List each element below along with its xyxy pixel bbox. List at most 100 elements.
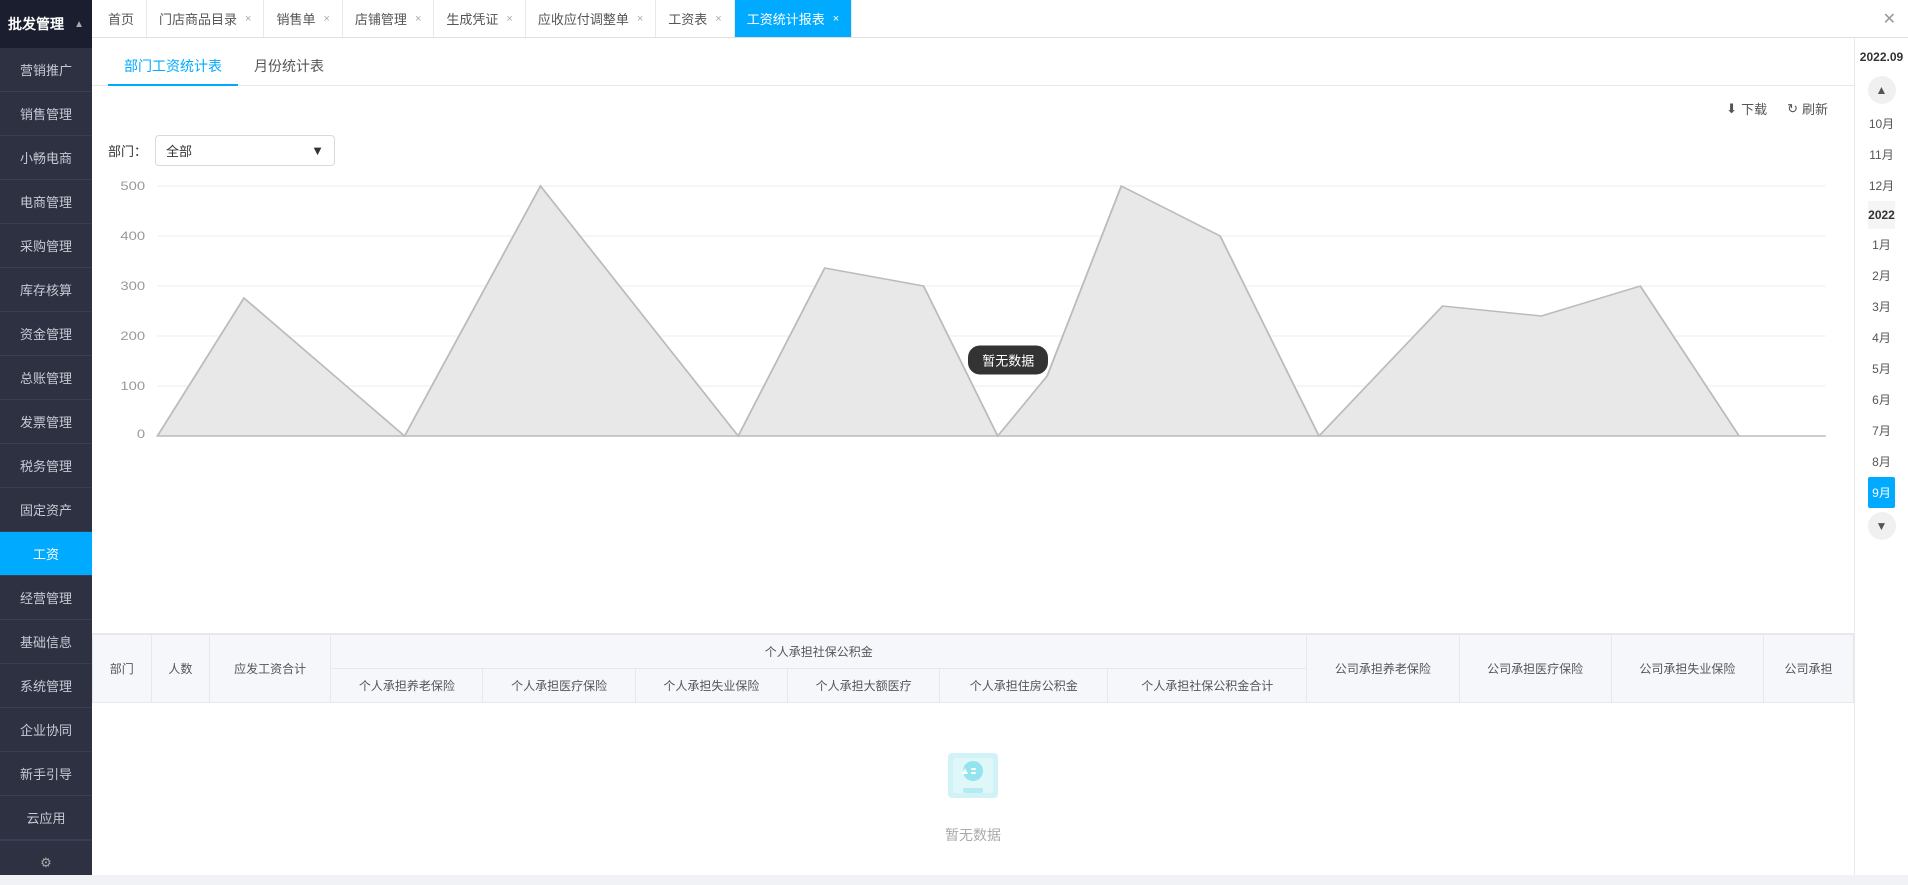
sidebar-item-销售管理[interactable]: 销售管理 bbox=[0, 92, 92, 136]
empty-text: 暂无数据 bbox=[945, 825, 1001, 845]
filter-row: 部门： 全部 ▼ bbox=[92, 131, 1854, 178]
toolbar: ⬇ 下载 ↻ 刷新 bbox=[92, 86, 1854, 131]
tab-7[interactable]: 工资统计报表 × bbox=[735, 0, 852, 38]
tab-label-7: 工资统计报表 bbox=[747, 9, 825, 28]
tab-4[interactable]: 生成凭证 × bbox=[434, 0, 525, 38]
empty-state: 暂无数据 bbox=[92, 703, 1854, 875]
svg-text:500: 500 bbox=[120, 179, 145, 192]
month-item-12[interactable]: 9月 bbox=[1868, 477, 1895, 508]
department-filter-select[interactable]: 全部 ▼ bbox=[155, 135, 335, 166]
tab-close-icon-5[interactable]: × bbox=[637, 13, 643, 25]
tab-close-icon-4[interactable]: × bbox=[506, 13, 512, 25]
tab-0[interactable]: 首页 bbox=[96, 0, 147, 38]
page-content: 部门工资统计表月份统计表 ⬇ 下载 ↻ 刷新 部门： 全部 ▼ bbox=[92, 38, 1854, 875]
sidebar-title: 批发管理 bbox=[8, 14, 64, 34]
gear-icon: ⚙ bbox=[40, 855, 52, 870]
month-item-10[interactable]: 7月 bbox=[1868, 415, 1895, 446]
month-item-4[interactable]: 1月 bbox=[1868, 229, 1895, 260]
tab-label-4: 生成凭证 bbox=[446, 9, 498, 28]
month-item-0[interactable]: 10月 bbox=[1868, 108, 1895, 139]
tab-label-3: 店铺管理 bbox=[355, 9, 407, 28]
department-filter-label: 部门： bbox=[108, 141, 147, 160]
download-icon: ⬇ bbox=[1726, 101, 1737, 117]
tab-close-icon-6[interactable]: × bbox=[715, 13, 721, 25]
sidebar-item-小畅电商[interactable]: 小畅电商 bbox=[0, 136, 92, 180]
sub-tab-0[interactable]: 部门工资统计表 bbox=[108, 48, 238, 86]
tab-close-icon-7[interactable]: × bbox=[833, 13, 839, 25]
sidebar-item-云应用[interactable]: 云应用 bbox=[0, 796, 92, 840]
tab-bar: 首页门店商品目录×销售单×店铺管理×生成凭证×应收应付调整单×工资表×工资统计报… bbox=[92, 0, 1908, 38]
sidebar-item-固定资产[interactable]: 固定资产 bbox=[0, 488, 92, 532]
sidebar-collapse-icon: ▲ bbox=[74, 19, 84, 30]
tab-close-icon-1[interactable]: × bbox=[245, 13, 251, 25]
tab-1[interactable]: 门店商品目录× bbox=[147, 0, 264, 38]
month-item-5[interactable]: 2月 bbox=[1868, 260, 1895, 291]
tab-label-0: 首页 bbox=[108, 9, 134, 28]
month-item-6[interactable]: 3月 bbox=[1868, 291, 1895, 322]
sidebar-item-营销推广[interactable]: 营销推广 bbox=[0, 48, 92, 92]
data-table: 部门 人数 应发工资合计 个人承担社保公积金 公司承担养老保险 公司承担医疗保险… bbox=[92, 634, 1854, 703]
col-department: 部门 bbox=[93, 635, 152, 703]
tab-2[interactable]: 销售单 × bbox=[264, 0, 342, 38]
month-item-7[interactable]: 4月 bbox=[1868, 322, 1895, 353]
table-section: 部门 人数 应发工资合计 个人承担社保公积金 公司承担养老保险 公司承担医疗保险… bbox=[92, 633, 1854, 875]
tab-3[interactable]: 店铺管理 × bbox=[343, 0, 434, 38]
chart-area: 500 400 300 200 100 0 暂无数据 bbox=[92, 178, 1854, 633]
empty-icon bbox=[933, 733, 1013, 813]
chevron-down-icon: ▼ bbox=[311, 143, 324, 158]
month-item-1[interactable]: 11月 bbox=[1868, 139, 1895, 170]
content-area: 部门工资统计表月份统计表 ⬇ 下载 ↻ 刷新 部门： 全部 ▼ bbox=[92, 38, 1908, 875]
month-item-9[interactable]: 6月 bbox=[1868, 384, 1895, 415]
tab-5[interactable]: 应收应付调整单 × bbox=[526, 0, 656, 38]
tab-6[interactable]: 工资表 × bbox=[656, 0, 734, 38]
calendar-up-btn[interactable]: ▲ bbox=[1868, 76, 1896, 104]
month-item-3[interactable]: 2022 bbox=[1868, 201, 1895, 229]
calendar-title: 2022.09 bbox=[1860, 46, 1903, 72]
sidebar-header[interactable]: 批发管理 ▲ bbox=[0, 0, 92, 48]
col-personal-total: 个人承担社保公积金合计 bbox=[1108, 669, 1307, 703]
col-company-unemployment: 公司承担失业保险 bbox=[1611, 635, 1763, 703]
tab-close-icon-3[interactable]: × bbox=[415, 13, 421, 25]
month-item-2[interactable]: 12月 bbox=[1868, 170, 1895, 201]
calendar-down-btn[interactable]: ▼ bbox=[1868, 512, 1896, 540]
sidebar-settings-button[interactable]: ⚙ bbox=[0, 840, 92, 885]
sidebar-item-税务管理[interactable]: 税务管理 bbox=[0, 444, 92, 488]
tab-close-icon-2[interactable]: × bbox=[323, 13, 329, 25]
sidebar-item-工资[interactable]: 工资 bbox=[0, 532, 92, 576]
sidebar-item-新手引导[interactable]: 新手引导 bbox=[0, 752, 92, 796]
sidebar-item-经营管理[interactable]: 经营管理 bbox=[0, 576, 92, 620]
col-personal-large-medical: 个人承担大额医疗 bbox=[787, 669, 939, 703]
chart-svg: 500 400 300 200 100 0 bbox=[108, 178, 1838, 478]
sidebar-item-库存核算[interactable]: 库存核算 bbox=[0, 268, 92, 312]
tab-label-6: 工资表 bbox=[668, 9, 707, 28]
sidebar: 批发管理 ▲ 营销推广销售管理小畅电商电商管理采购管理库存核算资金管理总账管理发… bbox=[0, 0, 92, 875]
svg-text:400: 400 bbox=[120, 229, 145, 242]
sub-tab-1[interactable]: 月份统计表 bbox=[238, 48, 340, 86]
col-total-salary: 应发工资合计 bbox=[210, 635, 331, 703]
main-area: 首页门店商品目录×销售单×店铺管理×生成凭证×应收应付调整单×工资表×工资统计报… bbox=[92, 0, 1908, 875]
svg-text:100: 100 bbox=[120, 379, 145, 392]
download-button[interactable]: ⬇ 下载 bbox=[1716, 94, 1777, 123]
col-company-other: 公司承担 bbox=[1764, 635, 1854, 703]
sidebar-item-发票管理[interactable]: 发票管理 bbox=[0, 400, 92, 444]
svg-text:0: 0 bbox=[137, 427, 145, 440]
col-company-pension: 公司承担养老保险 bbox=[1307, 635, 1459, 703]
close-all-tabs-button[interactable]: ✕ bbox=[1875, 9, 1904, 29]
tab-label-5: 应收应付调整单 bbox=[538, 9, 629, 28]
sidebar-item-系统管理[interactable]: 系统管理 bbox=[0, 664, 92, 708]
sidebar-item-总账管理[interactable]: 总账管理 bbox=[0, 356, 92, 400]
col-personal-medical: 个人承担医疗保险 bbox=[483, 669, 635, 703]
svg-text:200: 200 bbox=[120, 329, 145, 342]
month-item-11[interactable]: 8月 bbox=[1868, 446, 1895, 477]
col-personal-pension: 个人承担养老保险 bbox=[331, 669, 483, 703]
sidebar-item-采购管理[interactable]: 采购管理 bbox=[0, 224, 92, 268]
sidebar-item-基础信息[interactable]: 基础信息 bbox=[0, 620, 92, 664]
refresh-button[interactable]: ↻ 刷新 bbox=[1777, 94, 1838, 123]
sidebar-item-企业协同[interactable]: 企业协同 bbox=[0, 708, 92, 752]
month-item-8[interactable]: 5月 bbox=[1868, 353, 1895, 384]
sidebar-item-资金管理[interactable]: 资金管理 bbox=[0, 312, 92, 356]
col-company-medical: 公司承担医疗保险 bbox=[1459, 635, 1611, 703]
tab-label-2: 销售单 bbox=[276, 9, 315, 28]
sidebar-item-电商管理[interactable]: 电商管理 bbox=[0, 180, 92, 224]
col-headcount: 人数 bbox=[151, 635, 210, 703]
